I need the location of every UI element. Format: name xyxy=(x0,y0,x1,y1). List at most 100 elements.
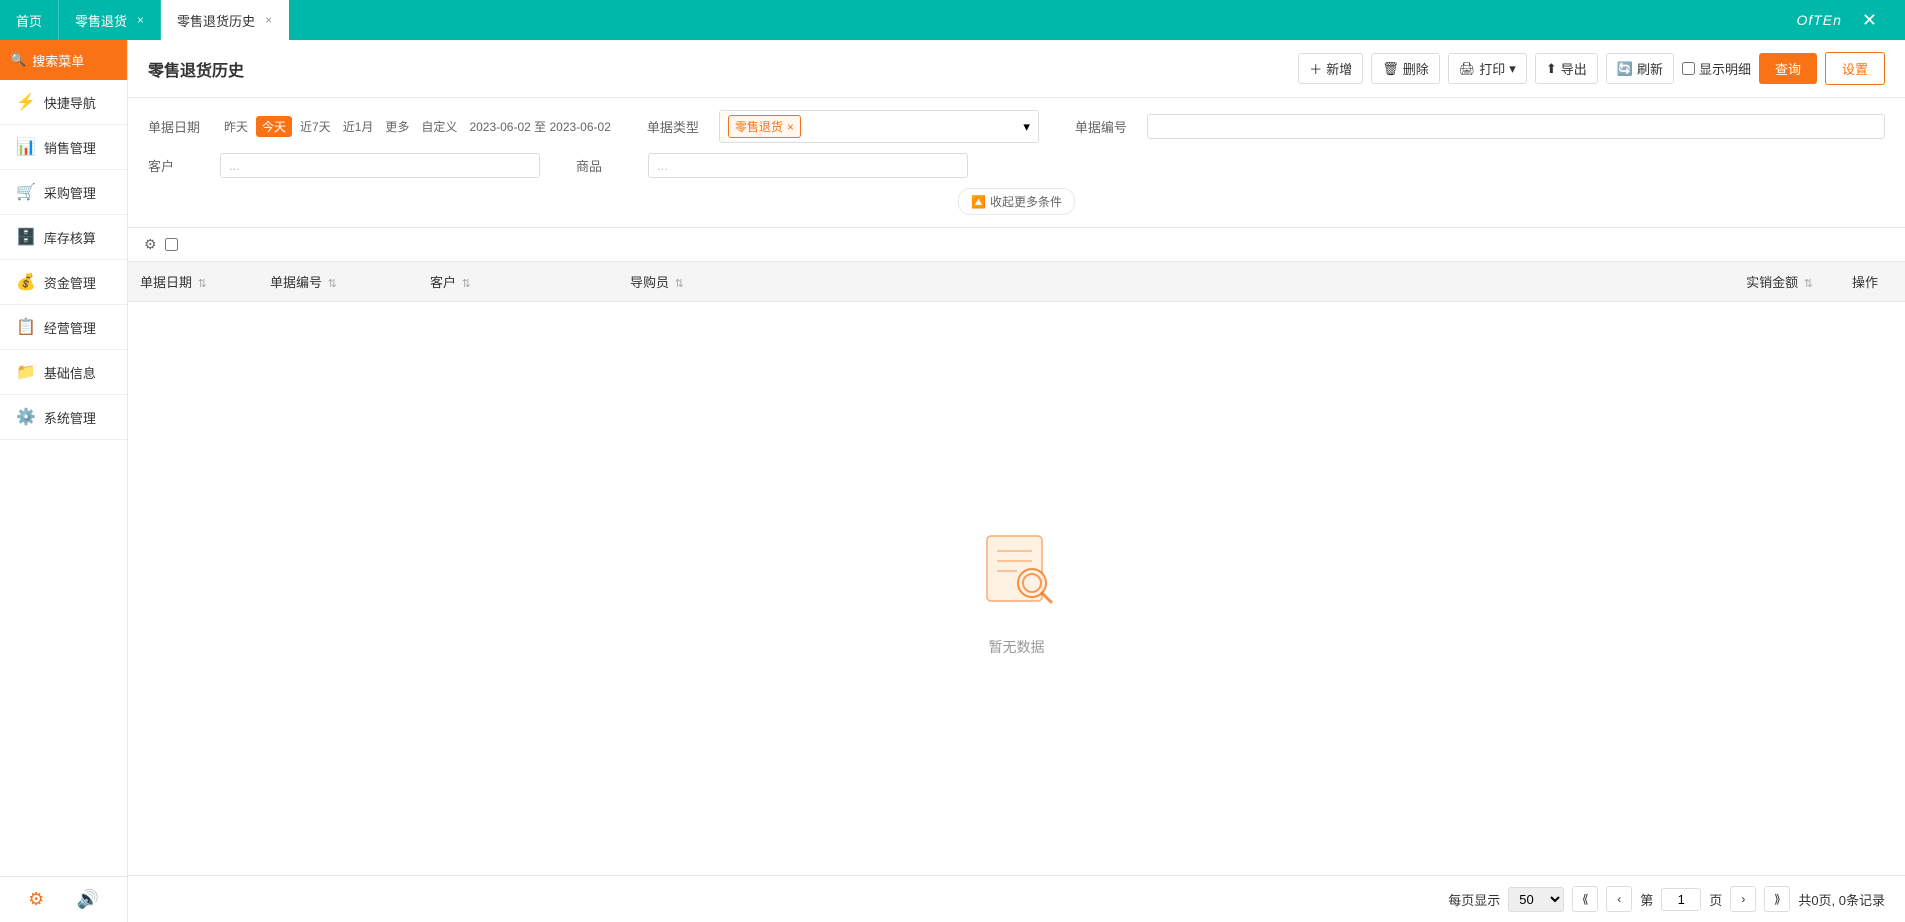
tab-retail-return-history[interactable]: 零售退货历史 × xyxy=(161,0,289,40)
sidebar-item-basic-info[interactable]: 📁 基础信息 xyxy=(0,350,127,395)
shortcut-today[interactable]: 今天 xyxy=(256,116,292,137)
col-guide-sort-icon: ⇅ xyxy=(675,278,684,290)
page-prev-button[interactable]: ‹ xyxy=(1606,886,1632,912)
header-actions: ＋ 新增 🗑 删除 🖨 打印 ▾ ⬆ 导出 🔄 刷 xyxy=(1298,52,1885,85)
quick-nav-icon: ⚡ xyxy=(16,92,36,112)
page-first-button[interactable]: ⟪ xyxy=(1572,886,1598,912)
total-info: 共0页, 0条记录 xyxy=(1798,890,1885,909)
main-layout: 🔍 搜索菜单 ⚡ 快捷导航 📊 销售管理 🛒 采购管理 🗄️ 库存核算 💰 资金… xyxy=(0,40,1905,922)
page-size-label: 每页显示 xyxy=(1448,890,1500,909)
tab-home[interactable]: 首页 xyxy=(0,0,59,40)
shortcut-more[interactable]: 更多 xyxy=(381,116,413,137)
filter-row-2: 客户 ... 商品 ... xyxy=(148,153,1885,178)
refresh-label: 刷新 xyxy=(1637,59,1663,78)
system-mgmt-icon: ⚙️ xyxy=(16,407,36,427)
print-label: 打印 xyxy=(1479,59,1505,78)
sidebar-bottom: ⚙ 🔊 xyxy=(0,876,127,922)
tab-retail-return-close[interactable]: × xyxy=(137,13,144,27)
show-detail-checkbox[interactable]: 显示明细 xyxy=(1682,59,1751,78)
date-shortcuts: 昨天 今天 近7天 近1月 更多 自定义 2023-06-02 至 2023-0… xyxy=(220,116,611,137)
setting-button[interactable]: 设置 xyxy=(1825,52,1885,85)
col-customer-sort-icon: ⇅ xyxy=(462,278,471,290)
show-detail-label: 显示明细 xyxy=(1699,59,1751,78)
new-button[interactable]: ＋ 新增 xyxy=(1298,53,1363,84)
top-bar: 首页 零售退货 × 零售退货历史 × OfTEn ✕ xyxy=(0,0,1905,40)
sidebar-item-system-mgmt[interactable]: ⚙️ 系统管理 xyxy=(0,395,127,440)
sidebar-item-inventory[interactable]: 🗄️ 库存核算 xyxy=(0,215,127,260)
inventory-icon: 🗄️ xyxy=(16,227,36,247)
sidebar-item-finance[interactable]: 💰 资金管理 xyxy=(0,260,127,305)
print-button[interactable]: 🖨 打印 ▾ xyxy=(1448,53,1527,84)
col-amount-label: 实销金额 xyxy=(1746,275,1798,290)
basic-info-icon: 📁 xyxy=(16,362,36,382)
print-dropdown-icon: ▾ xyxy=(1509,61,1516,77)
sidebar-item-quick-nav[interactable]: ⚡ 快捷导航 xyxy=(0,80,127,125)
tab-home-label: 首页 xyxy=(16,11,42,30)
table-toolbar: ⚙ xyxy=(128,228,1905,262)
sidebar-search[interactable]: 🔍 搜索菜单 xyxy=(0,40,127,80)
sidebar-item-sales-mgmt-label: 销售管理 xyxy=(44,138,96,157)
collapse-button[interactable]: 🔼 收起更多条件 xyxy=(958,188,1075,215)
sidebar-item-operations-label: 经营管理 xyxy=(44,318,96,337)
bill-type-tag-close[interactable]: × xyxy=(787,120,794,134)
filter-area: 单据日期 昨天 今天 近7天 近1月 更多 自定义 2023-06-02 至 2… xyxy=(128,98,1905,228)
bill-type-select[interactable]: 零售退货 × ▾ xyxy=(719,110,1039,143)
tab-retail-return-history-close[interactable]: × xyxy=(265,13,272,27)
customer-input[interactable]: ... xyxy=(220,153,540,178)
col-header-customer[interactable]: 客户 ⇅ xyxy=(418,262,618,302)
empty-icon xyxy=(967,521,1067,621)
table-settings-icon[interactable]: ⚙ xyxy=(144,236,157,253)
page-label-post: 页 xyxy=(1709,890,1722,909)
col-guide-label: 导购员 xyxy=(630,275,669,290)
col-header-amount[interactable]: 实销金额 ⇅ xyxy=(1705,262,1825,302)
tab-retail-return[interactable]: 零售退货 × xyxy=(59,0,161,40)
finance-icon: 💰 xyxy=(16,272,36,292)
goods-placeholder: ... xyxy=(657,158,668,173)
col-date-sort-icon: ⇅ xyxy=(198,278,207,290)
pagination-bar: 每页显示 50 20 100 ⟪ ‹ 第 页 › ⟫ 共0页, 0条记录 xyxy=(128,875,1905,922)
date-filter-label: 单据日期 xyxy=(148,117,204,136)
sidebar-item-sales-mgmt[interactable]: 📊 销售管理 xyxy=(0,125,127,170)
settings-bottom-icon[interactable]: ⚙ xyxy=(28,889,44,910)
refresh-button[interactable]: 🔄 刷新 xyxy=(1606,53,1674,84)
col-header-action: 操作 xyxy=(1825,262,1905,302)
empty-state: 暂无数据 xyxy=(128,302,1905,875)
data-table: 单据日期 ⇅ 单据编号 ⇅ 客户 ⇅ 导购员 ⇅ xyxy=(128,262,1905,302)
shortcut-7days[interactable]: 近7天 xyxy=(296,116,335,137)
col-header-order-no[interactable]: 单据编号 ⇅ xyxy=(258,262,418,302)
sales-mgmt-icon: 📊 xyxy=(16,137,36,157)
sidebar-item-purchase-mgmt[interactable]: 🛒 采购管理 xyxy=(0,170,127,215)
table-area: ⚙ 单据日期 ⇅ 单据编号 ⇅ 客户 xyxy=(128,228,1905,875)
sidebar-item-quick-nav-label: 快捷导航 xyxy=(44,93,96,112)
show-detail-input[interactable] xyxy=(1682,62,1695,75)
purchase-mgmt-icon: 🛒 xyxy=(16,182,36,202)
col-header-guide[interactable]: 导购员 ⇅ xyxy=(618,262,738,302)
sidebar-item-purchase-mgmt-label: 采购管理 xyxy=(44,183,96,202)
bill-no-input[interactable] xyxy=(1147,114,1885,139)
page-number-input[interactable] xyxy=(1661,888,1701,911)
delete-button[interactable]: 🗑 删除 xyxy=(1371,53,1440,84)
col-header-spacer xyxy=(738,262,1705,302)
page-next-button[interactable]: › xyxy=(1730,886,1756,912)
page-last-button[interactable]: ⟫ xyxy=(1764,886,1790,912)
sidebar-search-label: 搜索菜单 xyxy=(32,51,84,70)
window-close-button[interactable]: ✕ xyxy=(1850,10,1889,31)
goods-input[interactable]: ... xyxy=(648,153,968,178)
sound-bottom-icon[interactable]: 🔊 xyxy=(76,889,98,910)
page-size-select[interactable]: 50 20 100 xyxy=(1508,887,1564,912)
bill-type-tag: 零售退货 × xyxy=(728,115,801,138)
shortcut-yesterday[interactable]: 昨天 xyxy=(220,116,252,137)
shortcut-custom[interactable]: 自定义 xyxy=(417,116,461,137)
collapse-up-icon: 🔼 xyxy=(971,195,986,209)
bill-type-tags: 零售退货 × xyxy=(728,115,801,138)
query-button[interactable]: 查询 xyxy=(1759,53,1817,84)
bill-type-tag-value: 零售退货 xyxy=(735,118,783,135)
export-button[interactable]: ⬆ 导出 xyxy=(1535,53,1598,84)
col-header-date[interactable]: 单据日期 ⇅ xyxy=(128,262,258,302)
select-all-checkbox[interactable] xyxy=(165,238,178,251)
tab-bar: 首页 零售退货 × 零售退货历史 × xyxy=(0,0,1796,40)
sidebar-item-operations[interactable]: 📋 经营管理 xyxy=(0,305,127,350)
shortcut-1month[interactable]: 近1月 xyxy=(339,116,378,137)
bill-no-label: 单据编号 xyxy=(1075,117,1131,136)
date-range-display: 2023-06-02 至 2023-06-02 xyxy=(469,118,610,135)
